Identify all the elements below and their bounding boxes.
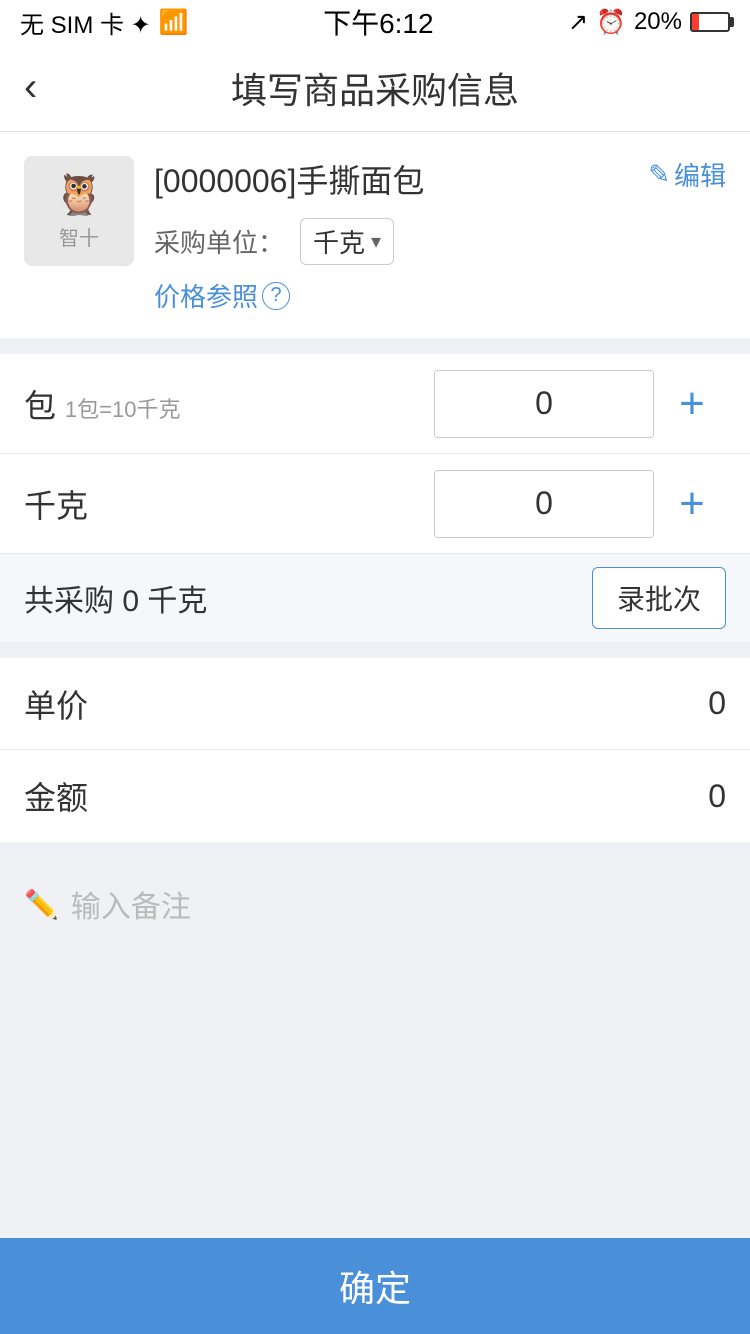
price-section: 单价 0 金额 0: [0, 658, 750, 842]
location-icon: ↗: [568, 8, 588, 37]
qty-input-kg[interactable]: [434, 470, 654, 538]
battery-percent: 20%: [634, 8, 682, 36]
amount-value: 0: [708, 778, 726, 815]
price-ref-label: 价格参照: [154, 277, 258, 314]
total-row: 共采购 0 千克 录批次: [0, 554, 750, 642]
empty-area: [0, 950, 750, 1238]
note-section[interactable]: ✏️ 输入备注: [0, 858, 750, 950]
dropdown-arrow-icon: ▾: [371, 229, 381, 254]
status-bar: 无 SIM 卡 ✦ 📶 下午6:12 ↗ ⏰ 20%: [0, 0, 750, 44]
owl-icon: 🦉: [54, 171, 104, 218]
qty-sub-bao: 1包=10千克: [65, 397, 181, 422]
brand-text: 智十: [59, 222, 99, 251]
status-time: 下午6:12: [323, 2, 434, 42]
product-name: [0000006]手撕面包: [154, 156, 726, 202]
product-card: 🦉 智十 [0000006]手撕面包 采购单位： 千克 ▾ 价格参照 ? ✎ 编…: [0, 132, 750, 338]
edit-icon: ✎: [648, 159, 670, 190]
edit-label: 编辑: [674, 156, 726, 193]
amount-row: 金额 0: [0, 750, 750, 842]
quantity-row-bao: 包 1包=10千克 +: [0, 354, 750, 454]
wifi-icon: 📶: [159, 8, 189, 37]
qty-input-bao[interactable]: [434, 370, 654, 438]
price-ref-link[interactable]: 价格参照 ?: [154, 277, 290, 314]
divider-3: [0, 842, 750, 858]
unit-select[interactable]: 千克 ▾: [300, 218, 394, 265]
nav-bar: ‹ 填写商品采购信息: [0, 44, 750, 132]
sim-status: 无 SIM 卡 ✦: [20, 5, 151, 40]
qty-plus-bao[interactable]: +: [658, 370, 726, 438]
total-text: 共采购 0 千克: [24, 576, 592, 620]
unit-price-value: 0: [708, 685, 726, 722]
unit-label: 采购单位：: [154, 223, 284, 260]
pencil-icon: ✏️: [24, 888, 59, 921]
alarm-icon: ⏰: [596, 8, 626, 37]
plus-icon-bao: +: [679, 379, 705, 429]
note-placeholder: 输入备注: [71, 882, 191, 926]
quantity-row-kg: 千克 +: [0, 454, 750, 554]
plus-icon-kg: +: [679, 479, 705, 529]
battery-indicator: [690, 12, 730, 32]
unit-price-label: 单价: [24, 681, 708, 727]
product-info: [0000006]手撕面包 采购单位： 千克 ▾ 价格参照 ?: [154, 156, 726, 314]
unit-price-row: 单价 0: [0, 658, 750, 750]
amount-label: 金额: [24, 773, 708, 819]
confirm-button[interactable]: 确定: [0, 1238, 750, 1334]
qty-label-kg: 千克: [24, 481, 184, 527]
price-ref-row: 价格参照 ?: [154, 277, 726, 314]
divider-2: [0, 642, 750, 658]
product-unit-row: 采购单位： 千克 ▾: [154, 218, 726, 265]
product-thumbnail: 🦉 智十: [24, 156, 134, 266]
edit-link[interactable]: ✎ 编辑: [648, 156, 726, 193]
batch-button[interactable]: 录批次: [592, 567, 726, 629]
unit-value: 千克: [313, 223, 365, 260]
status-right: ↗ ⏰ 20%: [568, 8, 730, 37]
quantity-section: 包 1包=10千克 + 千克 +: [0, 354, 750, 554]
status-left: 无 SIM 卡 ✦ 📶: [20, 5, 189, 40]
back-button[interactable]: ‹: [24, 65, 37, 110]
qty-plus-kg[interactable]: +: [658, 470, 726, 538]
help-icon: ?: [262, 282, 290, 310]
page-title: 填写商品采购信息: [231, 62, 519, 114]
qty-label-bao: 包 1包=10千克: [24, 381, 184, 427]
divider-1: [0, 338, 750, 354]
